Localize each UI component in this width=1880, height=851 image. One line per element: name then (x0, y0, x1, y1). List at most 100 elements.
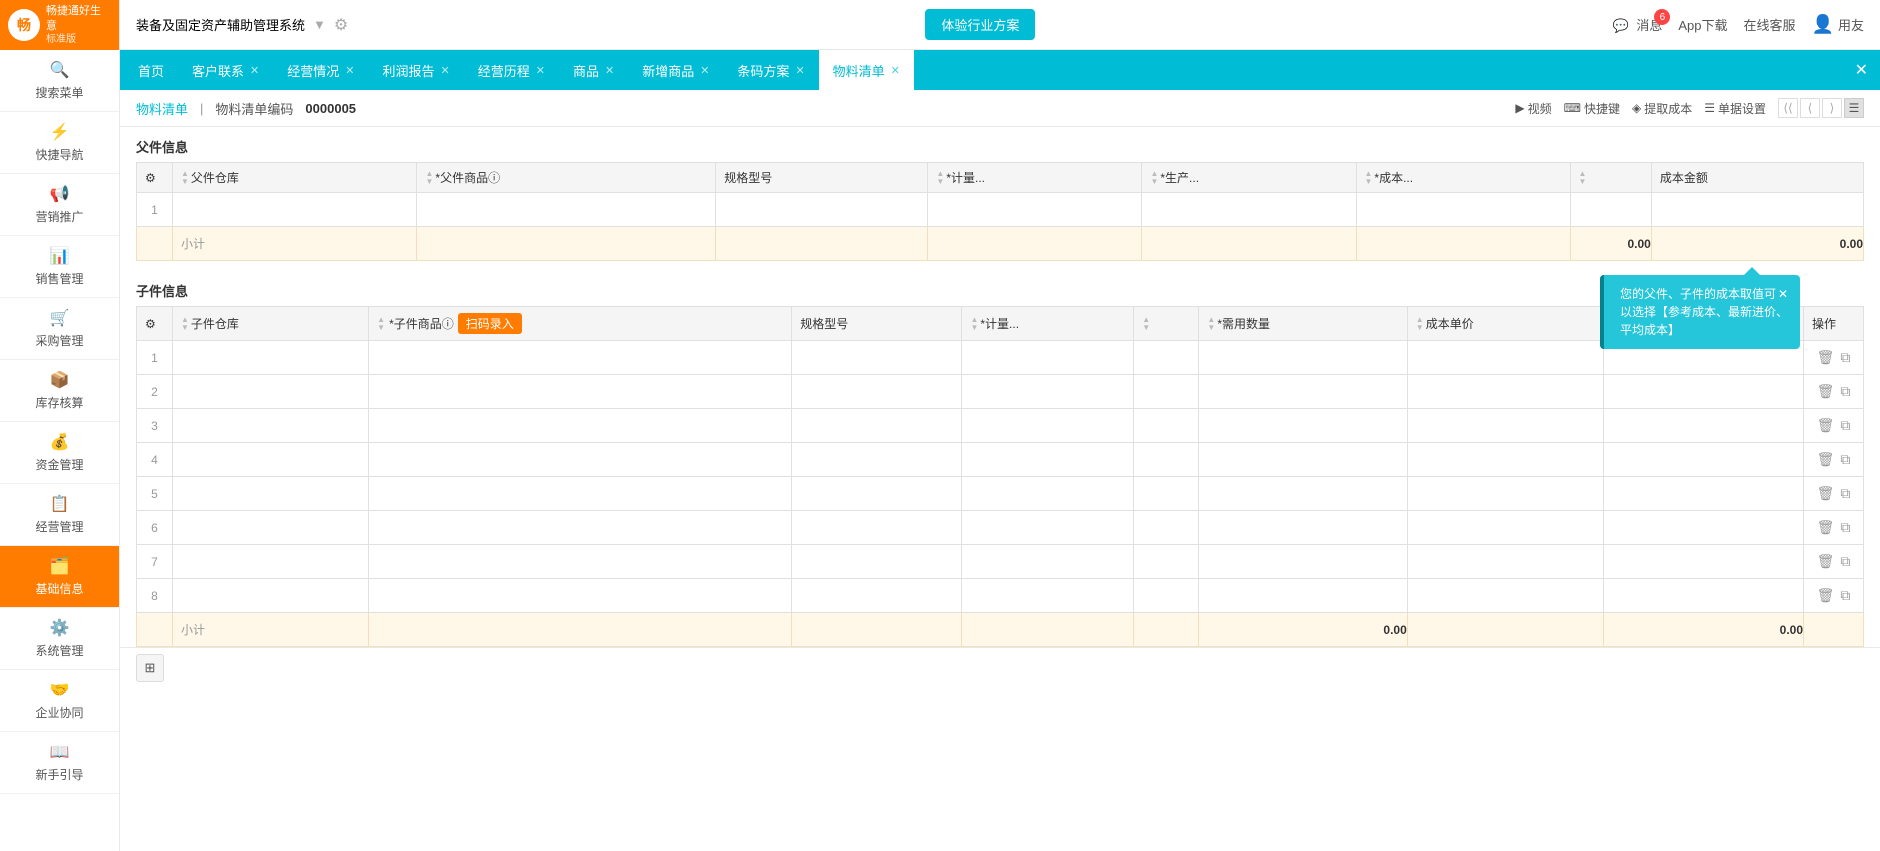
child-qty-3[interactable] (1199, 409, 1407, 443)
nav-close-all[interactable]: ✕ (1847, 60, 1876, 80)
delete-icon-5[interactable]: 🗑 (1817, 485, 1835, 502)
sidebar-item-6[interactable]: 💰资金管理 (0, 422, 119, 484)
first-page-btn[interactable]: ⟨⟨ (1778, 98, 1798, 118)
child-warehouse-3[interactable] (173, 409, 369, 443)
sidebar-item-9[interactable]: ⚙️系统管理 (0, 608, 119, 670)
child-qty-8[interactable] (1199, 579, 1407, 613)
child-extra-6[interactable] (1134, 511, 1199, 545)
parent-spec-1[interactable] (716, 193, 928, 227)
nav-tab-close-6[interactable]: ✕ (700, 64, 709, 77)
child-cost-amount-2[interactable] (1604, 375, 1804, 409)
child-spec-4[interactable] (792, 443, 962, 477)
sidebar-item-10[interactable]: 🤝企业协同 (0, 670, 119, 732)
child-measure-3[interactable] (962, 409, 1134, 443)
parent-cost-1[interactable] (1356, 193, 1570, 227)
parent-produce-1[interactable] (1142, 193, 1356, 227)
trial-button[interactable]: 体验行业方案 (925, 9, 1035, 40)
settings-icon[interactable]: ⚙ (334, 15, 348, 35)
child-extra-5[interactable] (1134, 477, 1199, 511)
delete-icon-6[interactable]: 🗑 (1817, 519, 1835, 536)
nav-tab-close-7[interactable]: ✕ (795, 64, 804, 77)
tooltip-close[interactable]: ✕ (1778, 285, 1788, 303)
child-measure-5[interactable] (962, 477, 1134, 511)
child-unit-cost-4[interactable] (1407, 443, 1603, 477)
nav-tab-7[interactable]: 条码方案✕ (723, 50, 818, 90)
child-product-8[interactable] (369, 579, 792, 613)
child-product-7[interactable] (369, 545, 792, 579)
child-measure-4[interactable] (962, 443, 1134, 477)
child-product-4[interactable] (369, 443, 792, 477)
app-download-link[interactable]: App下载 (1678, 15, 1727, 34)
parent-col-settings[interactable]: ⚙ (137, 163, 173, 193)
extract-cost-link[interactable]: ◈ 提取成本 (1632, 100, 1692, 117)
child-extra-2[interactable] (1134, 375, 1199, 409)
nav-tab-5[interactable]: 商品✕ (559, 50, 628, 90)
child-unit-cost-7[interactable] (1407, 545, 1603, 579)
sidebar-item-5[interactable]: 📦库存核算 (0, 360, 119, 422)
child-col-settings[interactable]: ⚙ (137, 307, 173, 341)
view-link[interactable]: ▶ 视频 (1515, 100, 1551, 117)
delete-icon-7[interactable]: 🗑 (1817, 553, 1835, 570)
child-cost-amount-7[interactable] (1604, 545, 1804, 579)
nav-tab-3[interactable]: 利润报告✕ (368, 50, 463, 90)
copy-icon-8[interactable]: ⧉ (1840, 587, 1850, 604)
child-unit-cost-6[interactable] (1407, 511, 1603, 545)
delete-icon-8[interactable]: 🗑 (1817, 587, 1835, 604)
breadcrumb-parent[interactable]: 物料清单 (136, 99, 188, 118)
child-extra-7[interactable] (1134, 545, 1199, 579)
child-unit-cost-2[interactable] (1407, 375, 1603, 409)
nav-tab-6[interactable]: 新增商品✕ (628, 50, 723, 90)
parent-measure-1[interactable] (928, 193, 1142, 227)
child-warehouse-1[interactable] (173, 341, 369, 375)
child-extra-8[interactable] (1134, 579, 1199, 613)
child-qty-6[interactable] (1199, 511, 1407, 545)
child-product-6[interactable] (369, 511, 792, 545)
parent-warehouse-1[interactable] (173, 193, 417, 227)
child-spec-5[interactable] (792, 477, 962, 511)
nav-tab-close-1[interactable]: ✕ (250, 64, 259, 77)
delete-icon-2[interactable]: 🗑 (1817, 383, 1835, 400)
child-warehouse-5[interactable] (173, 477, 369, 511)
nav-tab-close-4[interactable]: ✕ (536, 64, 545, 77)
nav-tab-1[interactable]: 客户联系✕ (178, 50, 273, 90)
copy-icon-3[interactable]: ⧉ (1840, 417, 1850, 434)
nav-tab-close-2[interactable]: ✕ (345, 64, 354, 77)
child-product-3[interactable] (369, 409, 792, 443)
copy-icon-6[interactable]: ⧉ (1840, 519, 1850, 536)
child-extra-1[interactable] (1134, 341, 1199, 375)
nav-tab-2[interactable]: 经营情况✕ (273, 50, 368, 90)
child-measure-8[interactable] (962, 579, 1134, 613)
nav-tab-close-5[interactable]: ✕ (605, 64, 614, 77)
grid-view-btn[interactable]: ☰ (1844, 98, 1864, 118)
copy-icon-5[interactable]: ⧉ (1840, 485, 1850, 502)
child-warehouse-6[interactable] (173, 511, 369, 545)
parent-extra-1[interactable] (1570, 193, 1651, 227)
child-extra-4[interactable] (1134, 443, 1199, 477)
delete-icon-3[interactable]: 🗑 (1817, 417, 1835, 434)
delete-icon-4[interactable]: 🗑 (1817, 451, 1835, 468)
next-page-btn[interactable]: ⟩ (1822, 98, 1842, 118)
child-unit-cost-5[interactable] (1407, 477, 1603, 511)
scan-button[interactable]: 扫码录入 (458, 313, 522, 334)
parent-cost-amount-1[interactable] (1651, 193, 1863, 227)
child-spec-8[interactable] (792, 579, 962, 613)
sidebar-item-0[interactable]: 🔍搜索菜单 (0, 50, 119, 112)
sidebar-item-11[interactable]: 📖新手引导 (0, 732, 119, 794)
child-product-2[interactable] (369, 375, 792, 409)
message-badge[interactable]: 💬 6 消息 (1613, 15, 1663, 34)
child-warehouse-4[interactable] (173, 443, 369, 477)
online-service-link[interactable]: 在线客服 (1744, 15, 1796, 34)
delete-icon-1[interactable]: 🗑 (1817, 349, 1835, 366)
child-measure-1[interactable] (962, 341, 1134, 375)
child-cost-amount-4[interactable] (1604, 443, 1804, 477)
child-warehouse-8[interactable] (173, 579, 369, 613)
child-spec-7[interactable] (792, 545, 962, 579)
child-measure-2[interactable] (962, 375, 1134, 409)
child-qty-1[interactable] (1199, 341, 1407, 375)
copy-icon-7[interactable]: ⧉ (1840, 553, 1850, 570)
child-measure-6[interactable] (962, 511, 1134, 545)
child-measure-7[interactable] (962, 545, 1134, 579)
shortcut-link[interactable]: ⌨ 快捷键 (1564, 100, 1620, 117)
nav-tab-4[interactable]: 经营历程✕ (464, 50, 559, 90)
child-spec-1[interactable] (792, 341, 962, 375)
